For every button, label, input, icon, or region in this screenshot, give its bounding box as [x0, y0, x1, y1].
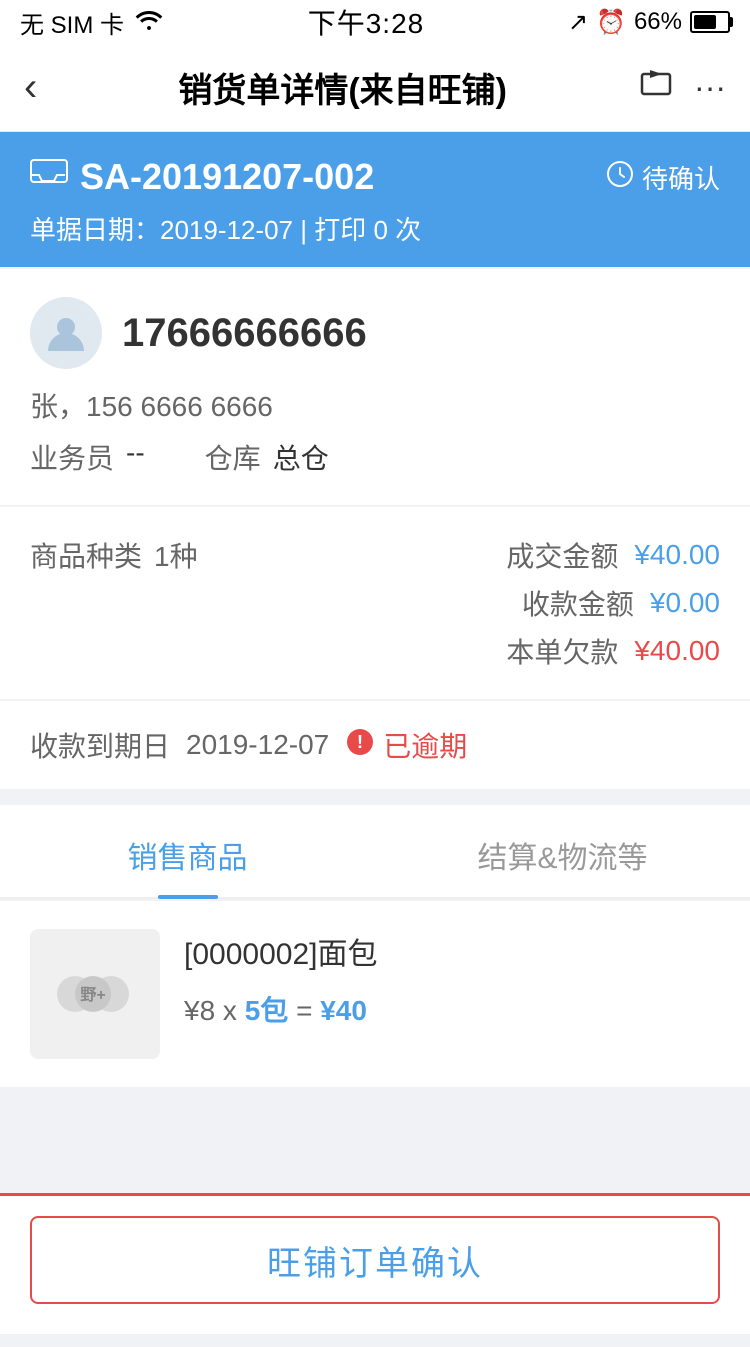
- tabs-row: 销售商品 结算&物流等: [0, 805, 750, 899]
- salesperson-meta: 业务员 --: [30, 437, 145, 477]
- status-bar: 无 SIM 卡 下午3:28 ↗ ⏰ 66%: [0, 0, 750, 44]
- due-date-value: 2019-12-07: [186, 729, 329, 761]
- received-amount-row: 收款金额 ¥0.00: [522, 583, 720, 623]
- order-header: SA-20191207-002 待确认 单据日期：2019-12-07 | 打印…: [0, 132, 750, 267]
- svg-text:野+: 野+: [80, 986, 105, 1004]
- customer-phone: 17666666666: [122, 311, 367, 356]
- product-qty: 5包: [245, 995, 289, 1026]
- order-date: 单据日期：2019-12-07 | 打印 0 次: [30, 210, 720, 247]
- tabs-container: 销售商品 结算&物流等: [0, 805, 750, 899]
- debt-amount-row: 本单欠款 ¥40.00: [506, 631, 720, 671]
- product-card: 野+ [0000002]面包 ¥8 x 5包 = ¥40: [0, 901, 750, 1087]
- deal-amount: ¥40.00: [634, 539, 720, 571]
- due-date-card: 收款到期日 2019-12-07 ! 已逾期: [0, 701, 750, 789]
- summary-right: 成交金额 ¥40.00 收款金额 ¥0.00 本单欠款 ¥40.00: [506, 535, 720, 671]
- product-info: [0000002]面包 ¥8 x 5包 = ¥40: [184, 929, 720, 1029]
- inbox-icon: [30, 156, 68, 198]
- wifi-icon: [134, 8, 164, 37]
- nav-bar: ‹ 销货单详情(来自旺铺) ···: [0, 44, 750, 132]
- clock-icon: [606, 160, 634, 195]
- due-date-label: 收款到期日: [30, 725, 170, 765]
- bottom-bar: 旺铺订单确认: [0, 1193, 750, 1334]
- status-bar-right: ↗ ⏰ 66%: [568, 8, 730, 37]
- customer-avatar: [30, 297, 102, 369]
- overdue-badge: ! 已逾期: [345, 725, 467, 765]
- product-name: [0000002]面包: [184, 929, 720, 973]
- summary-left: 商品种类 1种: [30, 535, 198, 575]
- battery-icon: [690, 11, 730, 33]
- product-equals: =: [296, 995, 320, 1026]
- product-price: ¥8 x: [184, 995, 245, 1026]
- more-icon[interactable]: ···: [694, 69, 726, 106]
- svg-text:!: !: [357, 732, 363, 752]
- location-icon: ↗: [568, 8, 588, 37]
- customer-meta: 业务员 -- 仓库 总仓: [30, 437, 720, 477]
- status-bar-left: 无 SIM 卡: [20, 5, 164, 40]
- product-types-row: 商品种类 1种: [30, 535, 198, 575]
- warehouse-meta: 仓库 总仓: [205, 437, 329, 477]
- product-total: ¥40: [320, 995, 367, 1026]
- debt-amount: ¥40.00: [634, 635, 720, 667]
- back-button[interactable]: ‹: [14, 55, 47, 120]
- confirm-order-button[interactable]: 旺铺订单确认: [30, 1216, 720, 1304]
- status-bar-time: 下午3:28: [308, 2, 425, 42]
- alarm-icon: ⏰: [596, 8, 626, 37]
- share-icon[interactable]: [638, 66, 674, 110]
- tab-sales[interactable]: 销售商品: [0, 805, 375, 897]
- overdue-text: 已逾期: [383, 725, 467, 765]
- summary-card: 商品种类 1种 成交金额 ¥40.00 收款金额 ¥0.00 本单欠款 ¥40.…: [0, 507, 750, 699]
- customer-name: 张，156 6666 6666: [30, 385, 720, 425]
- deal-amount-row: 成交金额 ¥40.00: [506, 535, 720, 575]
- product-thumbnail: 野+: [30, 929, 160, 1059]
- carrier-text: 无 SIM 卡: [20, 5, 124, 40]
- received-amount: ¥0.00: [650, 587, 720, 619]
- product-price-row: ¥8 x 5包 = ¥40: [184, 989, 720, 1029]
- page-title: 销货单详情(来自旺铺): [47, 63, 638, 112]
- warning-icon: !: [345, 727, 375, 764]
- nav-actions: ···: [638, 66, 726, 110]
- order-status: 待确认: [606, 159, 720, 196]
- customer-card: 17666666666 张，156 6666 6666 业务员 -- 仓库 总仓: [0, 269, 750, 505]
- battery-text: 66%: [634, 8, 682, 36]
- order-id: SA-20191207-002: [30, 156, 374, 198]
- tab-settlement[interactable]: 结算&物流等: [375, 805, 750, 897]
